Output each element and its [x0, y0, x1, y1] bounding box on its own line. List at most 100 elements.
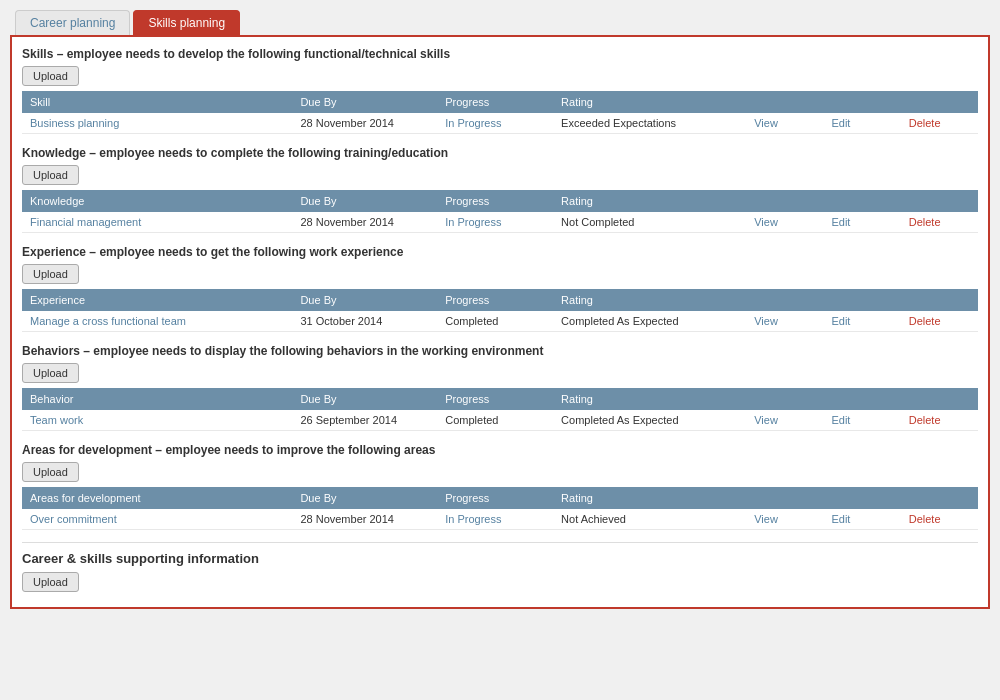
- skills-col-rating: Rating: [553, 91, 746, 113]
- knowledge-table: Knowledge Due By Progress Rating Financi…: [22, 190, 978, 233]
- skills-row-progress: In Progress: [437, 113, 553, 134]
- page-wrapper: Career planning Skills planning Skills –…: [0, 0, 1000, 700]
- areas-col-progress: Progress: [437, 487, 553, 509]
- section-knowledge: Knowledge – employee needs to complete t…: [22, 146, 978, 233]
- skills-table: Skill Due By Progress Rating Business pl…: [22, 91, 978, 134]
- areas-col-delete: [901, 487, 978, 509]
- knowledge-col-knowledge: Knowledge: [22, 190, 292, 212]
- experience-col-rating: Rating: [553, 289, 746, 311]
- tab-skills-planning[interactable]: Skills planning: [133, 10, 240, 35]
- experience-row-delete[interactable]: Delete: [909, 315, 941, 327]
- skills-col-dueby: Due By: [292, 91, 437, 113]
- experience-col-progress: Progress: [437, 289, 553, 311]
- areas-row-progress: In Progress: [437, 509, 553, 530]
- knowledge-row-view[interactable]: View: [754, 216, 778, 228]
- behaviors-col-delete: [901, 388, 978, 410]
- table-row: Manage a cross functional team 31 Octobe…: [22, 311, 978, 332]
- tab-career-planning[interactable]: Career planning: [15, 10, 130, 35]
- areas-col-area: Areas for development: [22, 487, 292, 509]
- behaviors-row-dueby: 26 September 2014: [292, 410, 437, 431]
- areas-col-edit: [823, 487, 900, 509]
- behaviors-upload-button[interactable]: Upload: [22, 363, 79, 383]
- experience-row-edit[interactable]: Edit: [831, 315, 850, 327]
- skills-row-delete[interactable]: Delete: [909, 117, 941, 129]
- behaviors-row-progress: Completed: [437, 410, 553, 431]
- section-behaviors: Behaviors – employee needs to display th…: [22, 344, 978, 431]
- tab-bar: Career planning Skills planning: [10, 10, 990, 35]
- knowledge-col-rating: Rating: [553, 190, 746, 212]
- experience-row-progress: Completed: [437, 311, 553, 332]
- main-content: Skills – employee needs to develop the f…: [10, 35, 990, 609]
- experience-col-delete: [901, 289, 978, 311]
- experience-col-edit: [823, 289, 900, 311]
- table-row: Business planning 28 November 2014 In Pr…: [22, 113, 978, 134]
- footer-title: Career & skills supporting information: [22, 551, 978, 566]
- behaviors-col-dueby: Due By: [292, 388, 437, 410]
- knowledge-col-delete: [901, 190, 978, 212]
- behaviors-row-edit[interactable]: Edit: [831, 414, 850, 426]
- section-areas-development: Areas for development – employee needs t…: [22, 443, 978, 530]
- knowledge-col-progress: Progress: [437, 190, 553, 212]
- areas-col-rating: Rating: [553, 487, 746, 509]
- skills-col-delete: [901, 91, 978, 113]
- behaviors-col-edit: [823, 388, 900, 410]
- behaviors-col-view: [746, 388, 823, 410]
- areas-section-title: Areas for development – employee needs t…: [22, 443, 978, 457]
- knowledge-row-delete[interactable]: Delete: [909, 216, 941, 228]
- behaviors-col-rating: Rating: [553, 388, 746, 410]
- skills-row-view[interactable]: View: [754, 117, 778, 129]
- skills-col-progress: Progress: [437, 91, 553, 113]
- skills-row-rating: Exceeded Expectations: [553, 113, 746, 134]
- areas-col-view: [746, 487, 823, 509]
- behaviors-col-behavior: Behavior: [22, 388, 292, 410]
- knowledge-row-progress: In Progress: [437, 212, 553, 233]
- behaviors-section-title: Behaviors – employee needs to display th…: [22, 344, 978, 358]
- table-row: Over commitment 28 November 2014 In Prog…: [22, 509, 978, 530]
- areas-row-edit[interactable]: Edit: [831, 513, 850, 525]
- skills-row-name[interactable]: Business planning: [30, 117, 119, 129]
- experience-table: Experience Due By Progress Rating Manage…: [22, 289, 978, 332]
- experience-upload-button[interactable]: Upload: [22, 264, 79, 284]
- skills-col-view: [746, 91, 823, 113]
- skills-row-dueby: 28 November 2014: [292, 113, 437, 134]
- knowledge-section-title: Knowledge – employee needs to complete t…: [22, 146, 978, 160]
- experience-section-title: Experience – employee needs to get the f…: [22, 245, 978, 259]
- footer-upload-button[interactable]: Upload: [22, 572, 79, 592]
- experience-col-experience: Experience: [22, 289, 292, 311]
- knowledge-row-dueby: 28 November 2014: [292, 212, 437, 233]
- skills-row-edit[interactable]: Edit: [831, 117, 850, 129]
- knowledge-row-name[interactable]: Financial management: [30, 216, 141, 228]
- knowledge-row-edit[interactable]: Edit: [831, 216, 850, 228]
- skills-col-skill: Skill: [22, 91, 292, 113]
- section-experience: Experience – employee needs to get the f…: [22, 245, 978, 332]
- experience-row-view[interactable]: View: [754, 315, 778, 327]
- experience-col-view: [746, 289, 823, 311]
- knowledge-upload-button[interactable]: Upload: [22, 165, 79, 185]
- experience-row-rating: Completed As Expected: [553, 311, 746, 332]
- knowledge-row-rating: Not Completed: [553, 212, 746, 233]
- behaviors-table: Behavior Due By Progress Rating Team wor…: [22, 388, 978, 431]
- skills-upload-button[interactable]: Upload: [22, 66, 79, 86]
- areas-upload-button[interactable]: Upload: [22, 462, 79, 482]
- areas-row-dueby: 28 November 2014: [292, 509, 437, 530]
- skills-col-edit: [823, 91, 900, 113]
- behaviors-row-view[interactable]: View: [754, 414, 778, 426]
- table-row: Financial management 28 November 2014 In…: [22, 212, 978, 233]
- areas-row-name[interactable]: Over commitment: [30, 513, 117, 525]
- behaviors-row-name[interactable]: Team work: [30, 414, 83, 426]
- behaviors-row-delete[interactable]: Delete: [909, 414, 941, 426]
- experience-col-dueby: Due By: [292, 289, 437, 311]
- experience-row-dueby: 31 October 2014: [292, 311, 437, 332]
- knowledge-col-view: [746, 190, 823, 212]
- areas-row-delete[interactable]: Delete: [909, 513, 941, 525]
- experience-row-name[interactable]: Manage a cross functional team: [30, 315, 186, 327]
- knowledge-col-edit: [823, 190, 900, 212]
- behaviors-row-rating: Completed As Expected: [553, 410, 746, 431]
- areas-table: Areas for development Due By Progress Ra…: [22, 487, 978, 530]
- areas-col-dueby: Due By: [292, 487, 437, 509]
- table-row: Team work 26 September 2014 Completed Co…: [22, 410, 978, 431]
- section-skills: Skills – employee needs to develop the f…: [22, 47, 978, 134]
- behaviors-col-progress: Progress: [437, 388, 553, 410]
- areas-row-view[interactable]: View: [754, 513, 778, 525]
- areas-row-rating: Not Achieved: [553, 509, 746, 530]
